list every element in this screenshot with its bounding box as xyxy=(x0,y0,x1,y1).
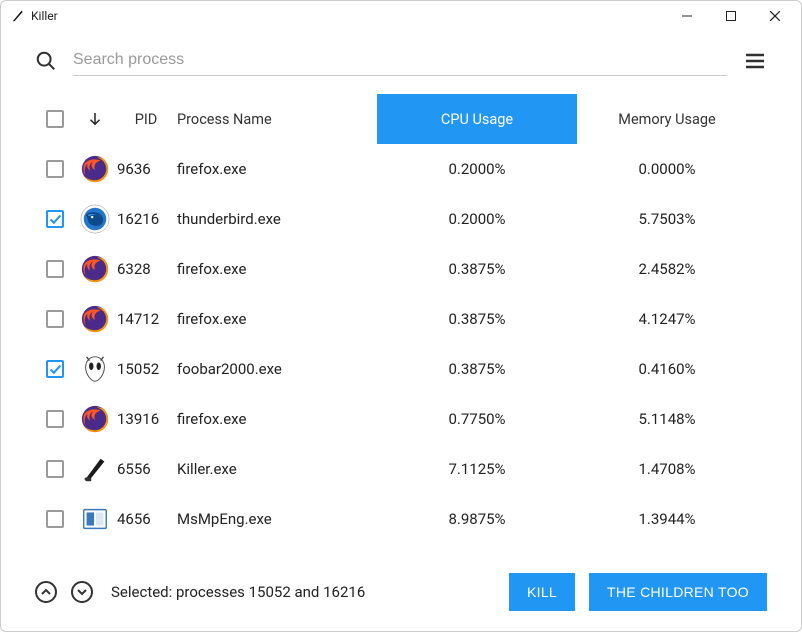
cell-memory: 1.3944% xyxy=(577,510,757,528)
row-checkbox[interactable] xyxy=(35,460,75,478)
table-row[interactable]: 15052foobar2000.exe0.3875%0.4160% xyxy=(35,344,767,394)
foobar-icon xyxy=(75,354,115,384)
cell-process-name: Killer.exe xyxy=(177,460,377,478)
cell-cpu: 0.3875% xyxy=(377,310,577,328)
cell-cpu: 0.3875% xyxy=(377,360,577,378)
cell-memory: 1.4708% xyxy=(577,460,757,478)
cell-process-name: MsMpEng.exe xyxy=(177,510,377,528)
cell-memory: 0.4160% xyxy=(577,360,757,378)
row-checkbox[interactable] xyxy=(35,310,75,328)
row-checkbox[interactable] xyxy=(35,260,75,278)
cell-cpu: 8.9875% xyxy=(377,510,577,528)
cell-cpu: 0.2000% xyxy=(377,160,577,178)
cell-process-name: firefox.exe xyxy=(177,410,377,428)
table-row[interactable]: 9636firefox.exe0.2000%0.0000% xyxy=(35,144,767,194)
footer-bar: Selected: processes 15052 and 16216 KILL… xyxy=(1,557,801,631)
cell-memory: 2.4582% xyxy=(577,260,757,278)
firefox-icon xyxy=(75,154,115,184)
cell-process-name: thunderbird.exe xyxy=(177,210,377,228)
cell-pid: 6556 xyxy=(115,460,177,478)
thunderbird-icon xyxy=(75,204,115,234)
cell-cpu: 0.2000% xyxy=(377,210,577,228)
cell-pid: 14712 xyxy=(115,310,177,328)
cell-memory: 5.7503% xyxy=(577,210,757,228)
cell-process-name: foobar2000.exe xyxy=(177,360,377,378)
row-checkbox[interactable] xyxy=(35,210,75,228)
sort-direction-icon[interactable] xyxy=(75,110,115,128)
app-icon xyxy=(11,9,25,23)
selection-status: Selected: processes 15052 and 16216 xyxy=(111,583,495,601)
cell-cpu: 0.3875% xyxy=(377,260,577,278)
cell-pid: 15052 xyxy=(115,360,177,378)
firefox-icon xyxy=(75,254,115,284)
cell-process-name: firefox.exe xyxy=(177,160,377,178)
row-checkbox[interactable] xyxy=(35,360,75,378)
window-titlebar: Killer xyxy=(1,1,801,31)
cell-pid: 6328 xyxy=(115,260,177,278)
cell-pid: 16216 xyxy=(115,210,177,228)
kill-button[interactable]: KILL xyxy=(509,573,575,611)
killer-icon xyxy=(75,454,115,484)
cell-memory: 4.1247% xyxy=(577,310,757,328)
close-button[interactable] xyxy=(753,1,797,31)
window-title: Killer xyxy=(31,9,665,23)
column-header-pid[interactable]: PID xyxy=(115,111,177,128)
table-row[interactable]: 6556Killer.exe7.1125%1.4708% xyxy=(35,444,767,494)
expand-up-button[interactable] xyxy=(35,581,57,603)
cell-process-name: firefox.exe xyxy=(177,260,377,278)
cell-memory: 5.1148% xyxy=(577,410,757,428)
process-table: PID Process Name CPU Usage Memory Usage … xyxy=(35,94,767,544)
minimize-button[interactable] xyxy=(665,1,709,31)
select-all-checkbox[interactable] xyxy=(35,110,75,128)
cell-pid: 4656 xyxy=(115,510,177,528)
search-bar xyxy=(35,45,767,76)
column-header-memory[interactable]: Memory Usage xyxy=(577,111,757,128)
search-input[interactable] xyxy=(73,45,727,76)
firefox-icon xyxy=(75,304,115,334)
table-header-row: PID Process Name CPU Usage Memory Usage xyxy=(35,94,767,144)
kill-children-button[interactable]: THE CHILDREN TOO xyxy=(589,573,767,611)
column-header-cpu[interactable]: CPU Usage xyxy=(377,94,577,144)
row-checkbox[interactable] xyxy=(35,160,75,178)
expand-down-button[interactable] xyxy=(71,581,93,603)
cell-cpu: 7.1125% xyxy=(377,460,577,478)
column-header-name[interactable]: Process Name xyxy=(177,111,377,128)
table-row[interactable]: 6328firefox.exe0.3875%2.4582% xyxy=(35,244,767,294)
table-row[interactable]: 16216thunderbird.exe0.2000%5.7503% xyxy=(35,194,767,244)
cell-pid: 9636 xyxy=(115,160,177,178)
cell-process-name: firefox.exe xyxy=(177,310,377,328)
cell-pid: 13916 xyxy=(115,410,177,428)
maximize-button[interactable] xyxy=(709,1,753,31)
firefox-icon xyxy=(75,404,115,434)
hamburger-menu-button[interactable] xyxy=(743,49,767,73)
table-row[interactable]: 4656MsMpEng.exe8.9875%1.3944% xyxy=(35,494,767,544)
cell-cpu: 0.7750% xyxy=(377,410,577,428)
defender-icon xyxy=(75,504,115,534)
table-row[interactable]: 13916firefox.exe0.7750%5.1148% xyxy=(35,394,767,444)
row-checkbox[interactable] xyxy=(35,410,75,428)
cell-memory: 0.0000% xyxy=(577,160,757,178)
table-row[interactable]: 14712firefox.exe0.3875%4.1247% xyxy=(35,294,767,344)
search-icon xyxy=(35,50,57,72)
row-checkbox[interactable] xyxy=(35,510,75,528)
